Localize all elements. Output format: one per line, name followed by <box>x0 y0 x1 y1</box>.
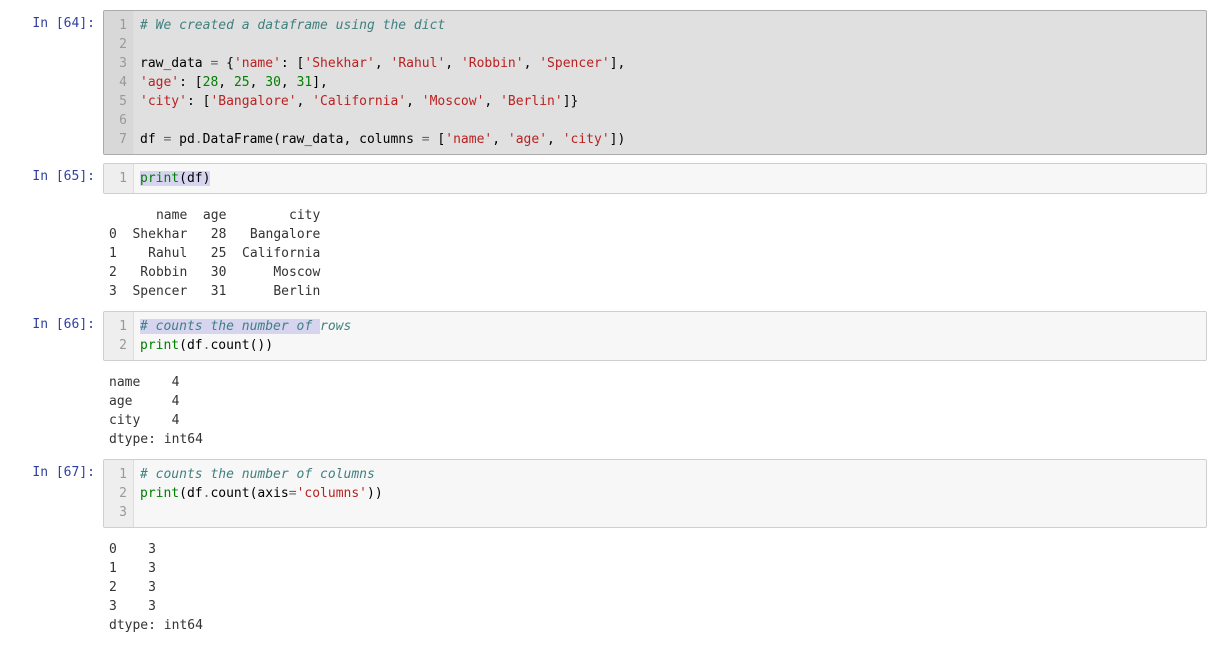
jupyter-notebook: In [64]:1234567# We created a dataframe … <box>8 10 1207 635</box>
output-cell: name 4 age 4 city 4 dtype: int64 <box>8 369 1207 449</box>
code-input-area[interactable]: 1234567# We created a dataframe using th… <box>103 10 1207 155</box>
code-input-area[interactable]: 123# counts the number of columns print(… <box>103 459 1207 528</box>
output-text: 0 3 1 3 2 3 3 3 dtype: int64 <box>103 536 1207 635</box>
input-prompt: In [67]: <box>8 459 103 528</box>
input-prompt: In [64]: <box>8 10 103 155</box>
code-input-area[interactable]: 1print(df) <box>103 163 1207 194</box>
line-number-gutter: 12 <box>104 312 134 360</box>
code-content[interactable]: print(df) <box>134 164 1206 193</box>
code-input-area[interactable]: 12# counts the number of rows print(df.c… <box>103 311 1207 361</box>
output-prompt <box>8 536 103 635</box>
output-cell: name age city 0 Shekhar 28 Bangalore 1 R… <box>8 202 1207 301</box>
code-content[interactable]: # counts the number of columns print(df.… <box>134 460 1206 527</box>
output-text: name age city 0 Shekhar 28 Bangalore 1 R… <box>103 202 1207 301</box>
code-content[interactable]: # We created a dataframe using the dict … <box>134 11 1206 154</box>
code-content[interactable]: # counts the number of rows print(df.cou… <box>134 312 1206 360</box>
code-cell: In [65]:1print(df) <box>8 163 1207 194</box>
code-cell: In [67]:123# counts the number of column… <box>8 459 1207 528</box>
output-prompt <box>8 369 103 449</box>
code-cell: In [64]:1234567# We created a dataframe … <box>8 10 1207 155</box>
line-number-gutter: 1 <box>104 164 134 193</box>
line-number-gutter: 123 <box>104 460 134 527</box>
input-prompt: In [65]: <box>8 163 103 194</box>
input-prompt: In [66]: <box>8 311 103 361</box>
output-text: name 4 age 4 city 4 dtype: int64 <box>103 369 1207 449</box>
line-number-gutter: 1234567 <box>104 11 134 154</box>
output-cell: 0 3 1 3 2 3 3 3 dtype: int64 <box>8 536 1207 635</box>
output-prompt <box>8 202 103 301</box>
code-cell: In [66]:12# counts the number of rows pr… <box>8 311 1207 361</box>
